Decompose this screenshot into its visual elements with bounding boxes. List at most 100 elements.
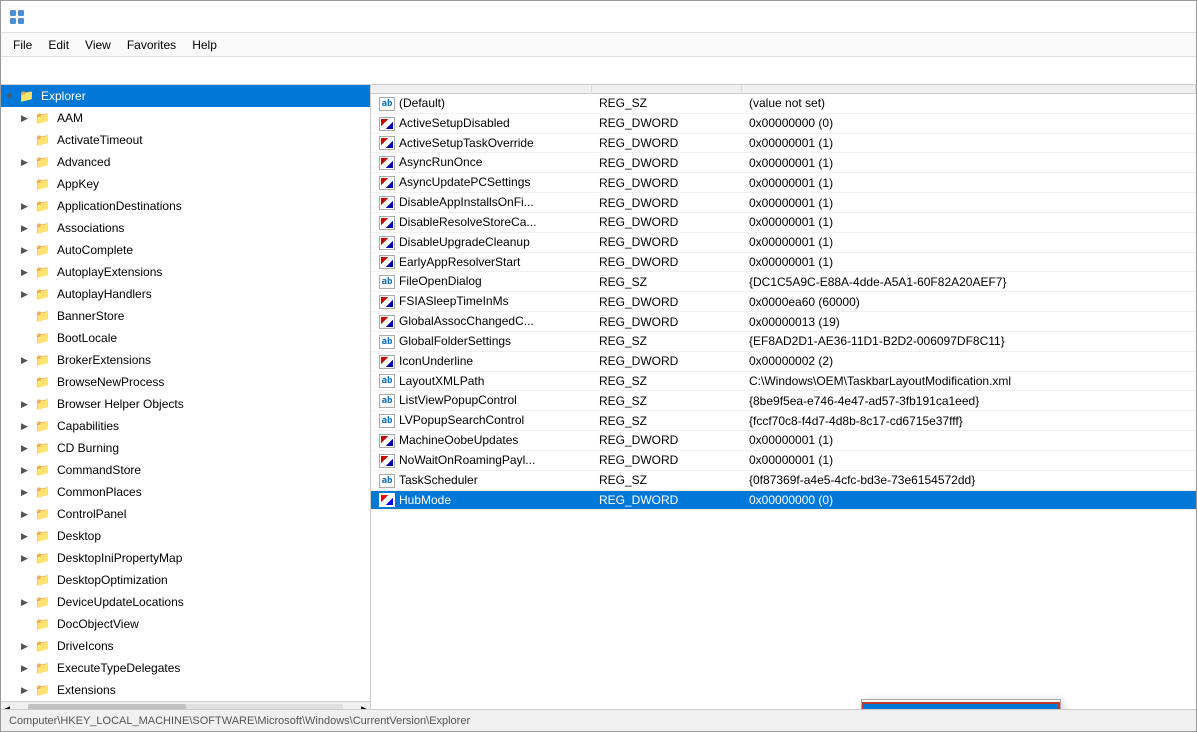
tree-item[interactable]: 📁BootLocale (1, 327, 370, 349)
table-row[interactable]: NoWaitOnRoamingPayl...REG_DWORD0x0000000… (371, 450, 1196, 470)
table-row[interactable]: DisableAppInstallsOnFi...REG_DWORD0x0000… (371, 193, 1196, 213)
context-menu-item[interactable]: Modify... (862, 702, 1060, 709)
tree-item[interactable]: ▶📁ExecuteTypeDelegates (1, 657, 370, 679)
tree-item[interactable]: 📁BrowseNewProcess (1, 371, 370, 393)
address-bar (1, 57, 1196, 85)
col-name (371, 85, 591, 94)
tree-item[interactable]: ▶📁Desktop (1, 525, 370, 547)
tree-item[interactable]: 📁 AppKey (1, 173, 370, 195)
tree-item[interactable]: ▶📁DesktopIniPropertyMap (1, 547, 370, 569)
table-row[interactable]: DisableUpgradeCleanupREG_DWORD0x00000001… (371, 232, 1196, 252)
tree-label: Extensions (57, 683, 116, 697)
table-row[interactable]: ab(Default)REG_SZ(value not set) (371, 94, 1196, 114)
folder-icon: 📁 (35, 441, 53, 455)
reg-entry-type: REG_DWORD (591, 133, 741, 153)
table-row[interactable]: ActiveSetupTaskOverrideREG_DWORD0x000000… (371, 133, 1196, 153)
tree-item[interactable]: ▶📁DeviceUpdateLocations (1, 591, 370, 613)
tree-item[interactable]: ▶📁CommandStore (1, 459, 370, 481)
reg-entry-data: 0x00000001 (1) (741, 431, 1196, 451)
tree-item[interactable]: ▶📁AutoplayHandlers (1, 283, 370, 305)
table-row[interactable]: abGlobalFolderSettingsREG_SZ{EF8AD2D1-AE… (371, 331, 1196, 351)
reg-entry-name: AsyncRunOnce (399, 155, 482, 169)
menu-item-edit[interactable]: Edit (40, 36, 77, 54)
tree-label: AAM (57, 111, 83, 125)
reg-icon-dword (379, 454, 395, 468)
table-row[interactable]: EarlyAppResolverStartREG_DWORD0x00000001… (371, 252, 1196, 272)
tree-item[interactable]: ▶📁AutoplayExtensions (1, 261, 370, 283)
reg-icon-ab: ab (379, 97, 395, 111)
tree-item[interactable]: ▶📁AutoComplete (1, 239, 370, 261)
tree-item[interactable]: 📁ActivateTimeout (1, 129, 370, 151)
reg-icon-dword (379, 255, 395, 269)
tree-item[interactable]: ▶📁CommonPlaces (1, 481, 370, 503)
tree-item[interactable]: ▶📁Advanced (1, 151, 370, 173)
tree-label: AppKey (57, 177, 99, 191)
reg-entry-data: {EF8AD2D1-AE36-11D1-B2D2-006097DF8C11} (741, 331, 1196, 351)
tree-arrow-icon: ▶ (21, 509, 35, 520)
table-row[interactable]: HubModeREG_DWORD0x00000000 (0) (371, 490, 1196, 510)
reg-icon-ab: ab (379, 474, 395, 488)
tree-item[interactable]: ▼📁Explorer (1, 85, 370, 107)
tree-item[interactable]: ▶📁Associations (1, 217, 370, 239)
tree-item[interactable]: ▶📁DriveIcons (1, 635, 370, 657)
tree-bottom-scrollbar[interactable]: ◀ ▶ (1, 701, 370, 709)
tree-label: AutoplayHandlers (57, 287, 152, 301)
menu-item-view[interactable]: View (77, 36, 119, 54)
status-bar: Computer\HKEY_LOCAL_MACHINE\SOFTWARE\Mic… (1, 709, 1196, 731)
folder-icon: 📁 (35, 221, 53, 235)
table-row[interactable]: FSIASleepTimeInMsREG_DWORD0x0000ea60 (60… (371, 292, 1196, 312)
tree-item[interactable]: ▶📁BrokerExtensions (1, 349, 370, 371)
table-row[interactable]: AsyncRunOnceREG_DWORD0x00000001 (1) (371, 153, 1196, 173)
folder-icon: 📁 (19, 89, 37, 103)
reg-entry-data: (value not set) (741, 94, 1196, 114)
close-button[interactable] (1142, 2, 1188, 32)
maximize-button[interactable] (1094, 2, 1140, 32)
folder-icon: 📁 (35, 111, 53, 125)
folder-icon: 📁 (35, 265, 53, 279)
tree-item[interactable]: ▶📁ApplicationDestinations (1, 195, 370, 217)
tree-label: Associations (57, 221, 124, 235)
table-row[interactable]: DisableResolveStoreCa...REG_DWORD0x00000… (371, 212, 1196, 232)
table-row[interactable]: ActiveSetupDisabledREG_DWORD0x00000000 (… (371, 113, 1196, 133)
tree-item[interactable]: ▶📁Extensions (1, 679, 370, 701)
tree-item[interactable]: ▶📁Browser Helper Objects (1, 393, 370, 415)
reg-icon-ab: ab (379, 374, 395, 388)
folder-icon: 📁 (35, 287, 53, 301)
tree-item[interactable]: ▶📁Capabilities (1, 415, 370, 437)
tree-label: ApplicationDestinations (57, 199, 182, 213)
tree-label: Capabilities (57, 419, 119, 433)
table-row[interactable]: GlobalAssocChangedC...REG_DWORD0x0000001… (371, 312, 1196, 332)
reg-entry-data: 0x00000001 (1) (741, 252, 1196, 272)
table-row[interactable]: abLVPopupSearchControlREG_SZ{fccf70c8-f4… (371, 411, 1196, 431)
tree-item[interactable]: ▶📁CD Burning (1, 437, 370, 459)
reg-entry-name: HubMode (399, 493, 451, 507)
minimize-button[interactable] (1046, 2, 1092, 32)
registry-panel: ab(Default)REG_SZ(value not set)ActiveSe… (371, 85, 1196, 709)
table-row[interactable]: MachineOobeUpdatesREG_DWORD0x00000001 (1… (371, 431, 1196, 451)
tree-arrow-icon: ▶ (21, 465, 35, 476)
folder-icon: 📁 (35, 177, 53, 191)
table-row[interactable]: abListViewPopupControlREG_SZ{8be9f5ea-e7… (371, 391, 1196, 411)
menu-item-file[interactable]: File (5, 36, 40, 54)
menu-item-help[interactable]: Help (184, 36, 225, 54)
reg-icon-dword (379, 216, 395, 230)
table-row[interactable]: AsyncUpdatePCSettingsREG_DWORD0x00000001… (371, 173, 1196, 193)
tree-item[interactable]: ▶📁ControlPanel (1, 503, 370, 525)
reg-entry-type: REG_DWORD (591, 232, 741, 252)
table-row[interactable]: abTaskSchedulerREG_SZ{0f87369f-a4e5-4cfc… (371, 470, 1196, 490)
tree-item[interactable]: 📁BannerStore (1, 305, 370, 327)
tree-item[interactable]: 📁DocObjectView (1, 613, 370, 635)
tree-label: DocObjectView (57, 617, 139, 631)
reg-icon-dword (379, 196, 395, 210)
reg-entry-type: REG_DWORD (591, 292, 741, 312)
tree-item[interactable]: ▶📁AAM (1, 107, 370, 129)
table-row[interactable]: abLayoutXMLPathREG_SZC:\Windows\OEM\Task… (371, 371, 1196, 391)
table-row[interactable]: abFileOpenDialogREG_SZ{DC1C5A9C-E88A-4dd… (371, 272, 1196, 292)
tree-label: BrowseNewProcess (57, 375, 164, 389)
menu-item-favorites[interactable]: Favorites (119, 36, 184, 54)
table-row[interactable]: IconUnderlineREG_DWORD0x00000002 (2) (371, 351, 1196, 371)
reg-entry-name: DisableUpgradeCleanup (399, 235, 530, 249)
folder-icon: 📁 (35, 485, 53, 499)
reg-entry-name: DisableResolveStoreCa... (399, 215, 536, 229)
tree-item[interactable]: 📁DesktopOptimization (1, 569, 370, 591)
